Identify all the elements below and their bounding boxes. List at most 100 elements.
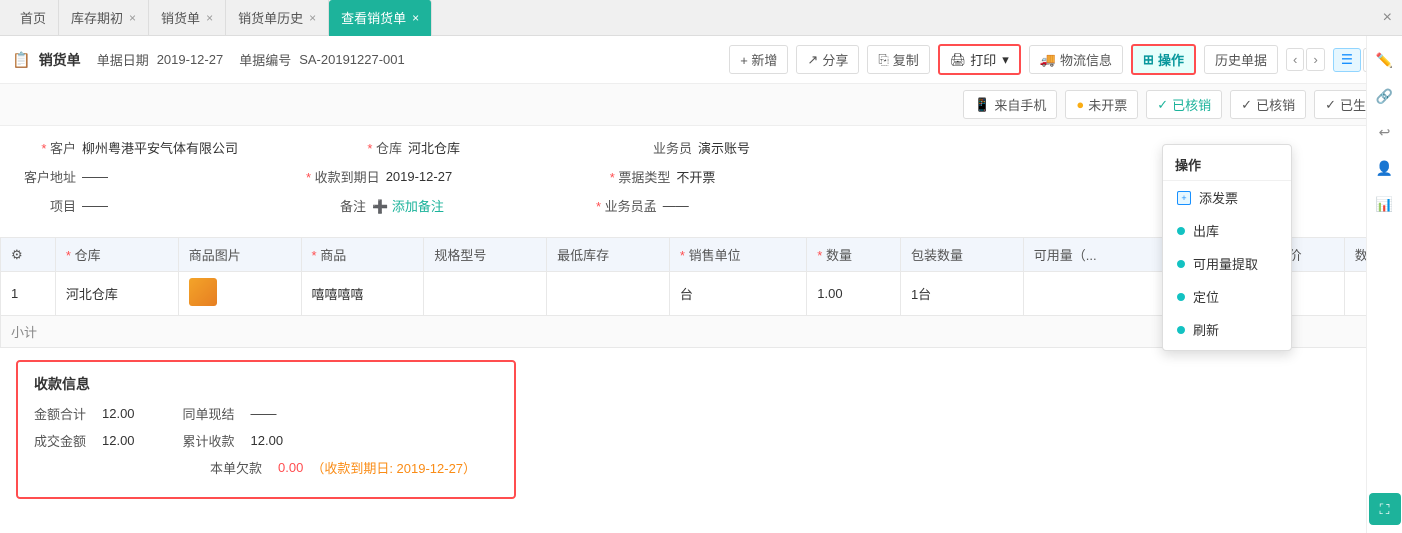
customer-addr-value: —— xyxy=(82,169,202,184)
row-image xyxy=(178,272,301,316)
sidebar-expand-icon[interactable]: ⛶ xyxy=(1369,493,1401,525)
copy-icon: ⎘ xyxy=(878,52,888,68)
sidebar-chart-icon[interactable]: 📊 xyxy=(1369,188,1401,220)
deal-amount-item: 成交金额 12.00 xyxy=(34,431,135,450)
right-sidebar: ✏️ 🔗 ↩ 👤 📊 ⛶ xyxy=(1366,36,1402,533)
summary-title: 收款信息 xyxy=(34,374,498,394)
same-order-label: 同单现结 xyxy=(183,404,243,423)
ship-out-label: 出库 xyxy=(1193,221,1219,240)
add-invoice-item[interactable]: + 添发票 xyxy=(1163,181,1291,214)
check-icon: ✓ xyxy=(1157,97,1168,113)
phone-icon: 📱 xyxy=(974,97,990,113)
tab-inventory-init[interactable]: 库存期初 × xyxy=(59,0,149,36)
history-button[interactable]: 历史单据 xyxy=(1204,45,1278,74)
nav-arrows: ‹ › xyxy=(1286,48,1325,71)
next-button[interactable]: › xyxy=(1306,48,1324,71)
total-amount-item: 金额合计 12.00 xyxy=(34,404,135,423)
col-min-stock: 最低库存 xyxy=(547,238,670,272)
sidebar-user-icon[interactable]: 👤 xyxy=(1369,152,1401,184)
copy-button[interactable]: ⎘ 复制 xyxy=(867,45,929,74)
available-qty-icon xyxy=(1177,260,1185,268)
summary-row-1: 金额合计 12.00 同单现结 —— xyxy=(34,404,498,423)
tab-sales-history[interactable]: 销货单历史 × xyxy=(226,0,329,36)
summary-row-2: 成交金额 12.00 累计收款 12.00 xyxy=(34,431,498,450)
row-min-stock xyxy=(547,272,670,316)
tab-view-sales[interactable]: 查看销货单 × xyxy=(329,0,432,36)
col-image: 商品图片 xyxy=(178,238,301,272)
row-available xyxy=(1023,272,1164,316)
customer-addr-field: 客户地址 —— xyxy=(16,167,202,186)
payment-due-label: 收款到期日 xyxy=(306,167,380,186)
cancelled-status-button[interactable]: ✓ 已核销 xyxy=(1230,90,1306,119)
project-value: —— xyxy=(82,198,202,213)
sidebar-link-icon[interactable]: 🔗 xyxy=(1369,80,1401,112)
total-received-label: 累计收款 xyxy=(183,431,243,450)
confirm-button[interactable]: ✓ 已核销 xyxy=(1146,90,1222,119)
new-button[interactable]: + 新增 xyxy=(729,45,788,74)
add-invoice-icon: + xyxy=(1177,191,1191,205)
global-close-button[interactable]: × xyxy=(1383,9,1392,27)
ticket-type-label: 票据类型 xyxy=(610,167,671,186)
close-tab-sales[interactable]: × xyxy=(206,11,213,25)
col-settings[interactable]: ⚙ xyxy=(1,238,56,272)
tab-sales-order[interactable]: 销货单 × xyxy=(149,0,226,36)
available-qty-item[interactable]: 可用量提取 xyxy=(1163,247,1291,280)
available-qty-label: 可用量提取 xyxy=(1193,254,1258,273)
doc-number-label: 单据编号 SA-20191227-001 xyxy=(239,50,405,69)
close-tab-history[interactable]: × xyxy=(309,11,316,25)
print-icon: 🖨 xyxy=(950,52,967,68)
locate-icon xyxy=(1177,293,1185,301)
order-debt-item: 本单欠款 0.00 （收款到期日: 2019-12-27） xyxy=(210,458,476,477)
tab-bar: 首页 库存期初 × 销货单 × 销货单历史 × 查看销货单 × × xyxy=(0,0,1402,36)
ship-out-item[interactable]: 出库 xyxy=(1163,214,1291,247)
total-amount-label: 金额合计 xyxy=(34,404,94,423)
note-add-btn[interactable]: ➕ 添加备注 xyxy=(372,196,492,215)
add-invoice-label: 添发票 xyxy=(1199,188,1238,207)
refresh-label: 刷新 xyxy=(1193,320,1219,339)
col-unit: 销售单位 xyxy=(669,238,806,272)
note-field: 备注 ➕ 添加备注 xyxy=(306,196,492,215)
sidebar-refresh-icon[interactable]: ↩ xyxy=(1369,116,1401,148)
row-qty: 1.00 xyxy=(807,272,901,316)
row-product: 嘻嘻嘻嘻 xyxy=(301,272,424,316)
not-open-ticket-button[interactable]: ● 未开票 xyxy=(1065,90,1138,119)
grid-icon: ⊞ xyxy=(1143,52,1154,68)
customer-label: 客户 xyxy=(16,138,76,157)
prev-button[interactable]: ‹ xyxy=(1286,48,1304,71)
refresh-item[interactable]: 刷新 xyxy=(1163,313,1291,346)
col-qty: 数量 xyxy=(807,238,901,272)
print-dropdown-arrow[interactable]: ▾ xyxy=(1002,52,1009,68)
print-button[interactable]: 🖨 打印 ▾ xyxy=(938,44,1021,75)
circle-dot-icon: ● xyxy=(1076,97,1084,112)
list-view-button[interactable]: ☰ xyxy=(1333,48,1361,72)
tab-home[interactable]: 首页 xyxy=(8,0,59,36)
same-order-item: 同单现结 —— xyxy=(183,404,277,423)
same-order-value: —— xyxy=(251,406,277,421)
row-warehouse: 河北仓库 xyxy=(55,272,178,316)
plus-icon: ➕ xyxy=(372,199,388,214)
operations-button[interactable]: ⊞ 操作 xyxy=(1131,44,1196,75)
gear-icon: ⚙ xyxy=(11,247,23,262)
project-field: 项目 —— xyxy=(16,196,202,215)
customer-field: 客户 柳州粤港平安气体有限公司 xyxy=(16,138,238,157)
refresh-icon xyxy=(1177,326,1185,334)
outstanding-item xyxy=(34,458,162,477)
warehouse-field: 仓库 河北仓库 xyxy=(342,138,528,157)
doc-type-label: 销货单 xyxy=(39,50,81,70)
close-tab-view-sales[interactable]: × xyxy=(412,11,419,25)
employee-label: 业务员 xyxy=(632,138,692,157)
locate-item[interactable]: 定位 xyxy=(1163,280,1291,313)
row-unit: 台 xyxy=(669,272,806,316)
share-icon: ↗ xyxy=(807,52,818,68)
share-button[interactable]: ↗ 分享 xyxy=(796,45,859,74)
close-tab-inventory[interactable]: × xyxy=(129,11,136,25)
sidebar-edit-icon[interactable]: ✏️ xyxy=(1369,44,1401,76)
customer-value: 柳州粤港平安气体有限公司 xyxy=(82,138,238,157)
deal-amount-label: 成交金额 xyxy=(34,431,94,450)
doc-date-label: 单据日期 2019-12-27 xyxy=(97,50,224,69)
project-label: 项目 xyxy=(16,196,76,215)
col-warehouse: 仓库 xyxy=(55,238,178,272)
logistics-button[interactable]: 🚚 物流信息 xyxy=(1029,45,1123,74)
col-product: 商品 xyxy=(301,238,424,272)
from-phone-button[interactable]: 📱 来自手机 xyxy=(963,90,1057,119)
